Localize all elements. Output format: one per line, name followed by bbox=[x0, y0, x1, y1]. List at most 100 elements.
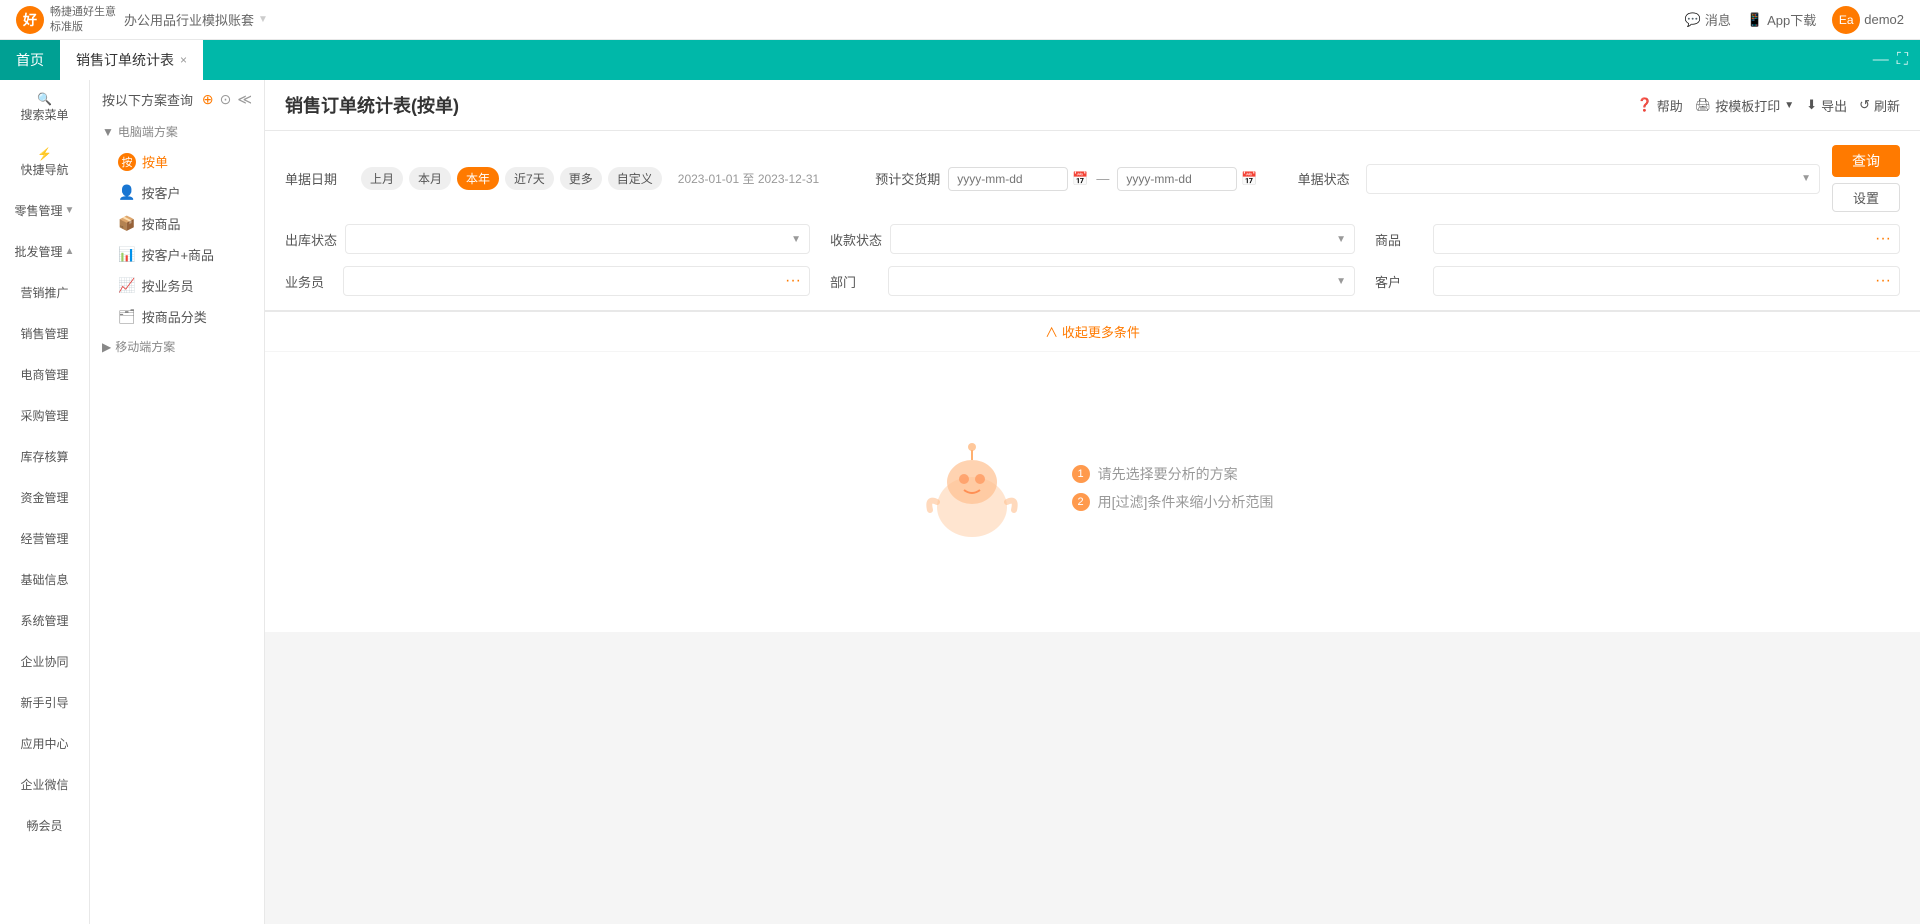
nav-tabs: 首页 销售订单统计表 × — ⛶ bbox=[0, 40, 1920, 80]
query-button[interactable]: 查询 bbox=[1832, 145, 1900, 177]
dept-label: 部门 bbox=[830, 272, 880, 291]
sidebar: 🔍 搜索菜单 ⚡ 快捷导航 零售管理 ▼ 批发管理 ▲ 营销推广 销售管理 电商… bbox=[0, 80, 90, 924]
scheme-item-order[interactable]: 按 按单 bbox=[90, 146, 264, 177]
sidebar-item-ecommerce[interactable]: 电商管理 bbox=[0, 354, 89, 395]
tree-expand-mobile-icon[interactable]: ▶ bbox=[102, 340, 111, 354]
btn-this-month[interactable]: 本月 bbox=[409, 167, 451, 190]
scheme-item-customer-goods[interactable]: 📊 按客户+商品 bbox=[90, 239, 264, 270]
btn-7days[interactable]: 近7天 bbox=[505, 167, 554, 190]
customer-more-icon[interactable]: ··· bbox=[1875, 272, 1891, 290]
avatar: Ea bbox=[1832, 6, 1860, 34]
chevron-down-icon: ▼ bbox=[791, 234, 801, 245]
sidebar-item-newuser[interactable]: 新手引导 bbox=[0, 682, 89, 723]
message-button[interactable]: 💬 消息 bbox=[1685, 10, 1731, 29]
settings-button[interactable]: 设置 bbox=[1832, 183, 1900, 212]
sidebar-item-marketing[interactable]: 营销推广 bbox=[0, 272, 89, 313]
goods-label: 商品 bbox=[1375, 230, 1425, 249]
print-icon: 🖨 bbox=[1695, 97, 1712, 113]
app-download-button[interactable]: 📱 App下载 bbox=[1747, 10, 1816, 29]
add-scheme-icon[interactable]: ⊕ bbox=[202, 91, 214, 108]
sidebar-item-quicknav[interactable]: ⚡ 快捷导航 bbox=[0, 135, 89, 190]
sidebar-item-purchase[interactable]: 采购管理 bbox=[0, 395, 89, 436]
scheme-item-goods[interactable]: 📦 按商品 bbox=[90, 208, 264, 239]
staff-field[interactable]: ··· bbox=[343, 266, 810, 296]
tab-sales-order-stats[interactable]: 销售订单统计表 × bbox=[60, 40, 203, 80]
sidebar-item-management[interactable]: 经营管理 bbox=[0, 518, 89, 559]
single-status-label: 单据状态 bbox=[1298, 169, 1358, 188]
sidebar-item-sales[interactable]: 销售管理 bbox=[0, 313, 89, 354]
scheme-customer-icon: 👤 bbox=[118, 184, 135, 201]
ship-status-field[interactable]: ▼ bbox=[345, 224, 810, 254]
sidebar-item-wechat[interactable]: 企业微信 bbox=[0, 764, 89, 805]
scheme-item-goods-category[interactable]: 🗂 按商品分类 bbox=[90, 301, 264, 332]
sidebar-item-appcenter[interactable]: 应用中心 bbox=[0, 723, 89, 764]
empty-tip-2: 2 用[过滤]条件来缩小分析范围 bbox=[1072, 492, 1274, 512]
calendar-end-icon[interactable]: 📅 bbox=[1241, 171, 1257, 187]
collect-status-field[interactable]: ▼ bbox=[890, 224, 1355, 254]
help-icon: ❓ bbox=[1637, 97, 1653, 113]
customer-label: 客户 bbox=[1375, 272, 1425, 291]
page-actions: ❓ 帮助 🖨 按模板打印 ▼ ⬇ 导出 ↺ 刷新 bbox=[1637, 96, 1900, 127]
top-bar-right: 💬 消息 📱 App下载 Ea demo2 bbox=[1685, 6, 1904, 34]
export-button[interactable]: ⬇ 导出 bbox=[1806, 96, 1847, 115]
template-print-button[interactable]: 🖨 按模板打印 ▼ bbox=[1695, 96, 1794, 115]
maximize-icon[interactable]: ⛶ bbox=[1897, 51, 1908, 69]
tree-group-mobile: ▶ 移动端方案 bbox=[90, 332, 264, 361]
close-tab-icon[interactable]: × bbox=[180, 53, 187, 67]
btn-custom[interactable]: 自定义 bbox=[608, 167, 662, 190]
user-avatar[interactable]: Ea demo2 bbox=[1832, 6, 1904, 34]
sidebar-item-search[interactable]: 🔍 搜索菜单 bbox=[0, 80, 89, 135]
filter-row-2: 出库状态 ▼ 收款状态 ▼ bbox=[285, 224, 1900, 254]
left-panel-actions: ⊕ ⊙ ≪ bbox=[202, 91, 252, 108]
collapse-panel-icon[interactable]: ≪ bbox=[237, 91, 252, 108]
sidebar-item-retail[interactable]: 零售管理 ▼ bbox=[0, 190, 89, 231]
chevron-down-icon: ▼ bbox=[1336, 234, 1346, 245]
edit-scheme-icon[interactable]: ⊙ bbox=[220, 91, 232, 108]
breadcrumb[interactable]: 办公用品行业模拟账套 ▼ bbox=[124, 10, 268, 29]
tree-group-pc: ▼ 电脑端方案 bbox=[90, 117, 264, 146]
top-bar: 好 畅捷通好生意 标准版 办公用品行业模拟账套 ▼ 💬 消息 📱 App下载 E… bbox=[0, 0, 1920, 40]
staff-more-icon[interactable]: ··· bbox=[785, 272, 801, 290]
scheme-item-staff[interactable]: 📈 按业务员 bbox=[90, 270, 264, 301]
filter-collect-status: 收款状态 ▼ bbox=[830, 224, 1355, 254]
top-bar-left: 好 畅捷通好生意 标准版 办公用品行业模拟账套 ▼ bbox=[16, 5, 268, 34]
tree-expand-icon[interactable]: ▼ bbox=[102, 125, 114, 139]
main-layout: 🔍 搜索菜单 ⚡ 快捷导航 零售管理 ▼ 批发管理 ▲ 营销推广 销售管理 电商… bbox=[0, 80, 1920, 924]
sidebar-item-finance[interactable]: 资金管理 bbox=[0, 477, 89, 518]
nav-tabs-right: — ⛶ bbox=[1873, 51, 1920, 69]
sidebar-item-enterprise[interactable]: 企业协同 bbox=[0, 641, 89, 682]
logo-area: 好 畅捷通好生意 标准版 bbox=[16, 5, 116, 34]
empty-robot-svg bbox=[912, 432, 1032, 552]
sidebar-item-wholesale[interactable]: 批发管理 ▲ bbox=[0, 231, 89, 272]
dept-field[interactable]: ▼ bbox=[888, 266, 1355, 296]
sidebar-item-inventory[interactable]: 库存核算 bbox=[0, 436, 89, 477]
expected-date-end-input[interactable] bbox=[1117, 167, 1237, 191]
scheme-item-customer[interactable]: 👤 按客户 bbox=[90, 177, 264, 208]
expected-date-start-input[interactable] bbox=[948, 167, 1068, 191]
empty-tip-1: 1 请先选择要分析的方案 bbox=[1072, 464, 1274, 484]
calendar-start-icon[interactable]: 📅 bbox=[1072, 171, 1088, 187]
filter-customer: 客户 ··· bbox=[1375, 266, 1900, 296]
single-status-field[interactable]: ▼ bbox=[1366, 164, 1820, 194]
sidebar-item-system[interactable]: 系统管理 bbox=[0, 600, 89, 641]
chevron-down-icon: ▼ bbox=[1336, 276, 1346, 287]
expected-date-label: 预计交货期 bbox=[875, 169, 940, 188]
customer-field[interactable]: ··· bbox=[1433, 266, 1900, 296]
help-button[interactable]: ❓ 帮助 bbox=[1637, 96, 1683, 115]
sidebar-item-basic-info[interactable]: 基础信息 bbox=[0, 559, 89, 600]
refresh-button[interactable]: ↺ 刷新 bbox=[1859, 96, 1900, 115]
goods-field[interactable]: ··· bbox=[1433, 224, 1900, 254]
date-range-display: 2023-01-01 至 2023-12-31 bbox=[678, 170, 819, 187]
minimize-icon[interactable]: — bbox=[1873, 51, 1889, 69]
collect-status-label: 收款状态 bbox=[830, 230, 882, 249]
sidebar-item-member[interactable]: 畅会员 bbox=[0, 805, 89, 846]
btn-this-year[interactable]: 本年 bbox=[457, 167, 499, 190]
date-quick-buttons: 上月 本月 本年 近7天 更多 自定义 bbox=[361, 167, 662, 190]
btn-more[interactable]: 更多 bbox=[560, 167, 602, 190]
collapse-bar[interactable]: ∧ 收起更多条件 bbox=[265, 311, 1920, 351]
filter-goods: 商品 ··· bbox=[1375, 224, 1900, 254]
btn-last-month[interactable]: 上月 bbox=[361, 167, 403, 190]
tip-num-1: 1 bbox=[1072, 465, 1090, 483]
goods-more-icon[interactable]: ··· bbox=[1875, 230, 1891, 248]
tab-home[interactable]: 首页 bbox=[0, 40, 60, 80]
